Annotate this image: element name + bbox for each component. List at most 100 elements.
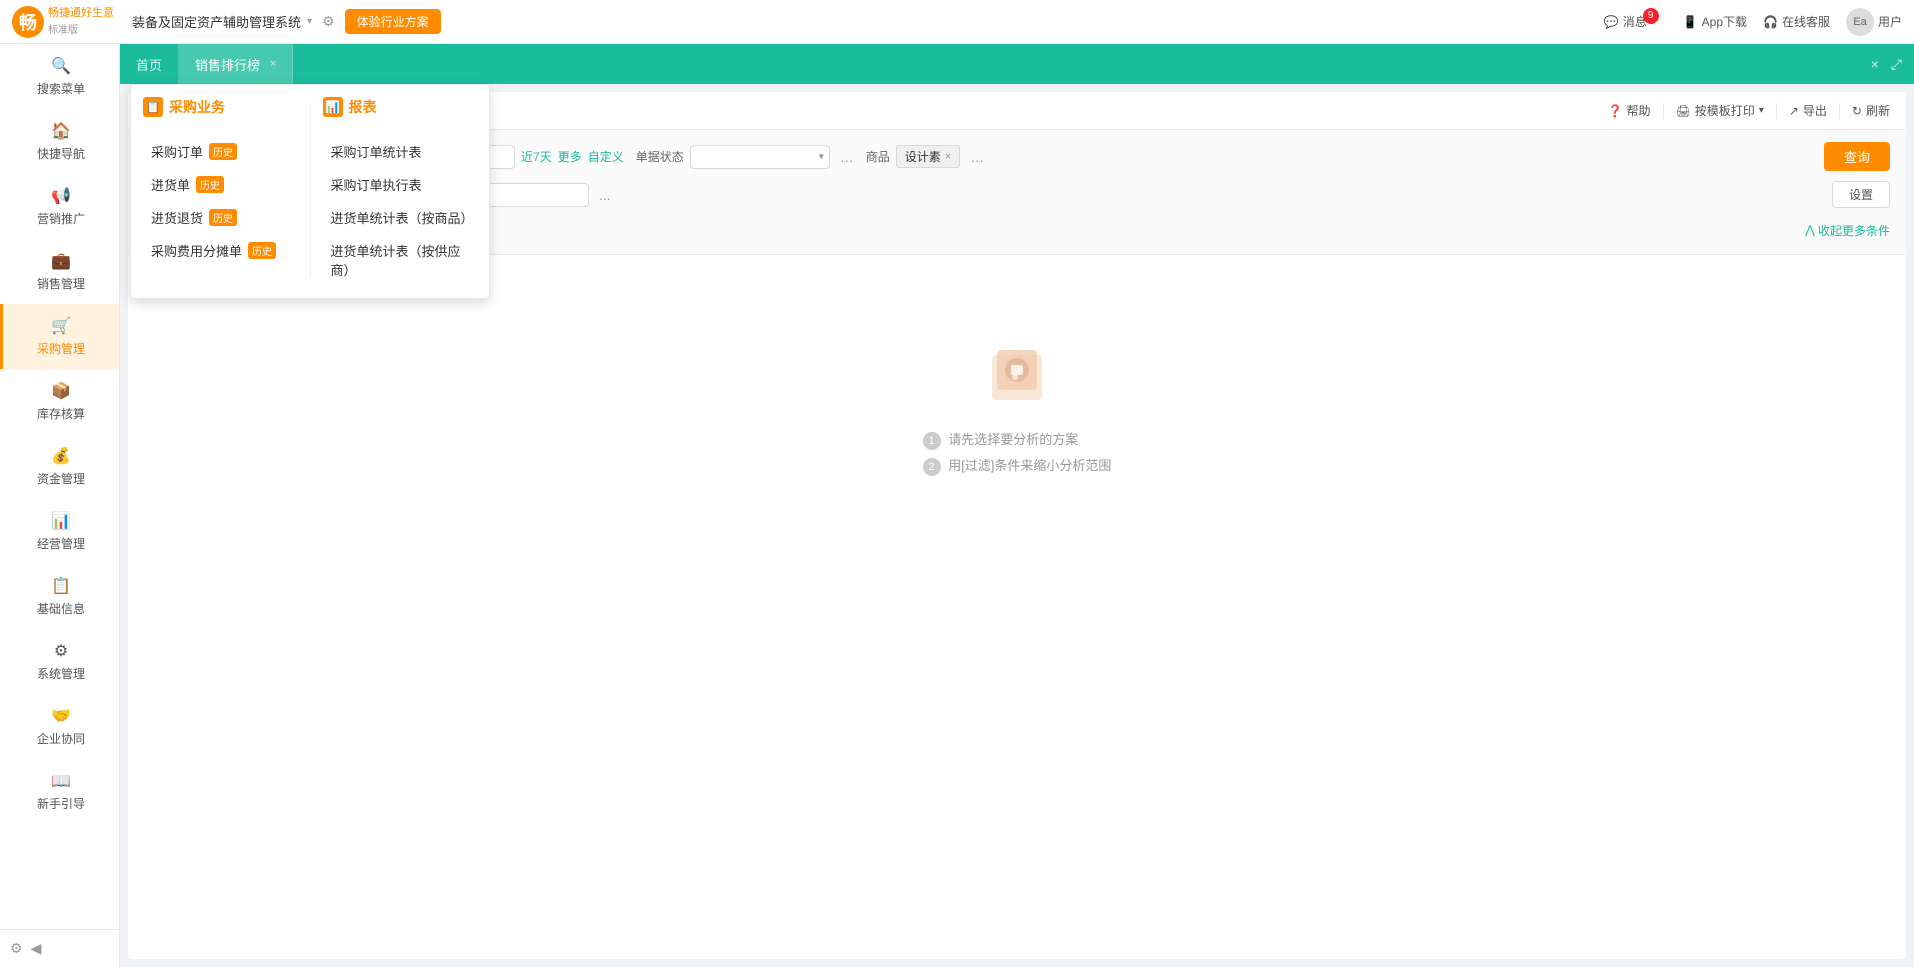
divider1 — [1663, 103, 1664, 119]
sidebar-bottom: ⚙ ◀ — [0, 929, 119, 967]
dropdown-item-report-receipt-goods[interactable]: 进货单统计表（按商品） — [323, 201, 478, 234]
history-tag-4: 历史 — [248, 242, 276, 259]
tab-close-btn[interactable]: × — [1867, 52, 1883, 76]
print-icon: 🖨 — [1676, 104, 1691, 118]
export-btn[interactable]: ↗ 导出 — [1789, 102, 1827, 119]
sidebar-item-enterprise[interactable]: 🤝 企业协同 — [0, 694, 119, 759]
sidebar-label-quicknav: 快捷导航 — [37, 145, 85, 162]
refresh-icon: ↻ — [1852, 104, 1862, 118]
date-quick-7days[interactable]: 近7天 — [521, 148, 552, 165]
status-more-dots[interactable]: … — [840, 149, 854, 165]
message-item[interactable]: 💬 消息 9 — [1604, 13, 1667, 30]
sidebar-item-system[interactable]: ⚙ 系统管理 — [0, 629, 119, 694]
history-tag-2: 历史 — [196, 176, 224, 193]
report-col-header: 📊 报表 — [323, 97, 478, 123]
status-label: 单据状态 — [636, 148, 684, 165]
sidebar-item-search[interactable]: 🔍 搜索菜单 — [0, 44, 119, 109]
sidebar-label-purchase: 采购管理 — [37, 340, 85, 357]
tab-bar: 首页 销售排行榜 × × ⤢ — [120, 44, 1914, 84]
enterprise-icon: 🤝 — [51, 706, 71, 726]
collapse-btn[interactable]: ⋀ 收起更多条件 — [1805, 222, 1890, 239]
logo-sub: 标准版 — [48, 21, 114, 36]
sidebar-label-operations: 经营管理 — [37, 535, 85, 552]
divider3 — [1839, 103, 1840, 119]
tab-sales-ranking[interactable]: 销售排行榜 × — [179, 44, 293, 84]
collapse-up-icon: ⋀ — [1805, 223, 1815, 237]
date-more-btn[interactable]: 更多 — [558, 148, 582, 165]
sidebar-item-inventory[interactable]: 📦 库存核算 — [0, 369, 119, 434]
online-service-item[interactable]: 🎧 在线客服 — [1763, 13, 1830, 30]
goods-more-dots[interactable]: … — [970, 149, 984, 165]
app-download-label: App下载 — [1702, 13, 1747, 30]
dropdown-item-purchase-order[interactable]: 采购订单 历史 — [143, 135, 298, 168]
message-icon: 💬 — [1604, 15, 1619, 29]
status-select[interactable] — [690, 145, 830, 169]
industry-btn[interactable]: 体验行业方案 — [345, 9, 441, 34]
report-col-icon: 📊 — [323, 97, 343, 117]
empty-state: 1 请先选择要分析的方案 2 用[过滤]条件来缩小分析范围 — [128, 255, 1906, 559]
print-template-btn[interactable]: 🖨 按模板打印 ▾ — [1676, 102, 1764, 119]
setting-btn[interactable]: 设置 — [1832, 181, 1890, 208]
system-icon: ⚙ — [54, 641, 68, 661]
sidebar-item-quicknav[interactable]: 🏠 快捷导航 — [0, 109, 119, 174]
message-badge: 9 — [1643, 8, 1659, 24]
dropdown-item-purchase-expense[interactable]: 采购费用分摊单 历史 — [143, 234, 298, 267]
sidebar-label-inventory: 库存核算 — [37, 405, 85, 422]
help-icon: ❓ — [1608, 104, 1623, 118]
salesperson-more-dots[interactable]: ... — [599, 187, 611, 203]
sidebar-label-system: 系统管理 — [37, 665, 85, 682]
finance-icon: 💰 — [51, 446, 71, 466]
date-custom-btn[interactable]: 自定义 — [588, 148, 624, 165]
inventory-icon: 📦 — [51, 381, 71, 401]
sidebar-item-finance[interactable]: 💰 资金管理 — [0, 434, 119, 499]
dropdown-item-purchase-receipt[interactable]: 进货单 历史 — [143, 168, 298, 201]
app-download-item[interactable]: 📱 App下载 — [1683, 13, 1747, 30]
basics-icon: 📋 — [51, 576, 71, 596]
sidebar-settings-icon[interactable]: ⚙ — [10, 940, 23, 957]
user-item[interactable]: Ea 用户 — [1846, 8, 1902, 36]
system-title-text: 装备及固定资产辅助管理系统 — [132, 12, 301, 31]
dropdown-item-report-order-exec[interactable]: 采购订单执行表 — [323, 168, 478, 201]
divider2 — [1776, 103, 1777, 119]
phone-icon: 📱 — [1683, 15, 1698, 29]
sidebar-item-basics[interactable]: 📋 基础信息 — [0, 564, 119, 629]
purchase-icon: 🛒 — [51, 316, 71, 336]
print-arrow-icon: ▾ — [1759, 105, 1764, 116]
purchase-col-icon: 📋 — [143, 97, 163, 117]
tab-expand-btn[interactable]: ⤢ — [1887, 52, 1906, 77]
filter-goods: 商品 设计素 × … — [866, 145, 984, 168]
purchase-col-header: 📋 采购业务 — [143, 97, 298, 123]
marketing-icon: 📢 — [51, 186, 71, 206]
operations-icon: 📊 — [51, 511, 71, 531]
purchase-col: 📋 采购业务 采购订单 历史 进货单 历史 进货退货 历史 采购费用分摊单 历史 — [131, 97, 310, 286]
refresh-btn[interactable]: ↻ 刷新 — [1852, 102, 1890, 119]
sidebar-item-sales[interactable]: 💼 销售管理 — [0, 239, 119, 304]
dropdown-item-purchase-return[interactable]: 进货退货 历史 — [143, 201, 298, 234]
history-tag-3: 历史 — [209, 209, 237, 226]
sidebar-label-search: 搜索菜单 — [37, 80, 85, 97]
sidebar-label-guide: 新手引导 — [37, 795, 85, 812]
export-icon: ↗ — [1789, 104, 1799, 118]
help-btn[interactable]: ❓ 帮助 — [1608, 102, 1651, 119]
logo-icon: 畅 — [12, 6, 44, 38]
tab-close-icon[interactable]: × — [270, 58, 276, 70]
sidebar-item-operations[interactable]: 📊 经营管理 — [0, 499, 119, 564]
top-bar-right: 💬 消息 9 📱 App下载 🎧 在线客服 Ea 用户 — [1604, 8, 1902, 36]
logo-area: 畅 畅捷通好生意 标准版 — [12, 6, 122, 38]
tab-home[interactable]: 首页 — [120, 44, 179, 84]
dropdown-item-report-order-stat[interactable]: 采购订单统计表 — [323, 135, 478, 168]
tab-sales-ranking-label: 销售排行榜 — [195, 55, 260, 74]
sidebar-item-guide[interactable]: 📖 新手引导 — [0, 759, 119, 824]
avatar: Ea — [1846, 8, 1874, 36]
goods-tag-close[interactable]: × — [945, 151, 951, 163]
online-service-label: 在线客服 — [1782, 13, 1830, 30]
dropdown-item-report-receipt-supplier[interactable]: 进货单统计表（按供应商） — [323, 234, 478, 286]
logo-text: 畅捷通好生意 — [48, 7, 114, 20]
dropdown-arrow-icon[interactable]: ▾ — [307, 16, 312, 27]
settings-icon[interactable]: ⚙ — [322, 13, 335, 30]
filter-status: 单据状态 … — [636, 145, 854, 169]
sidebar-collapse-icon[interactable]: ◀ — [31, 940, 42, 957]
sidebar-item-purchase[interactable]: 🛒 采购管理 — [0, 304, 119, 369]
query-btn[interactable]: 查询 — [1824, 142, 1890, 171]
sidebar-item-marketing[interactable]: 📢 营销推广 — [0, 174, 119, 239]
